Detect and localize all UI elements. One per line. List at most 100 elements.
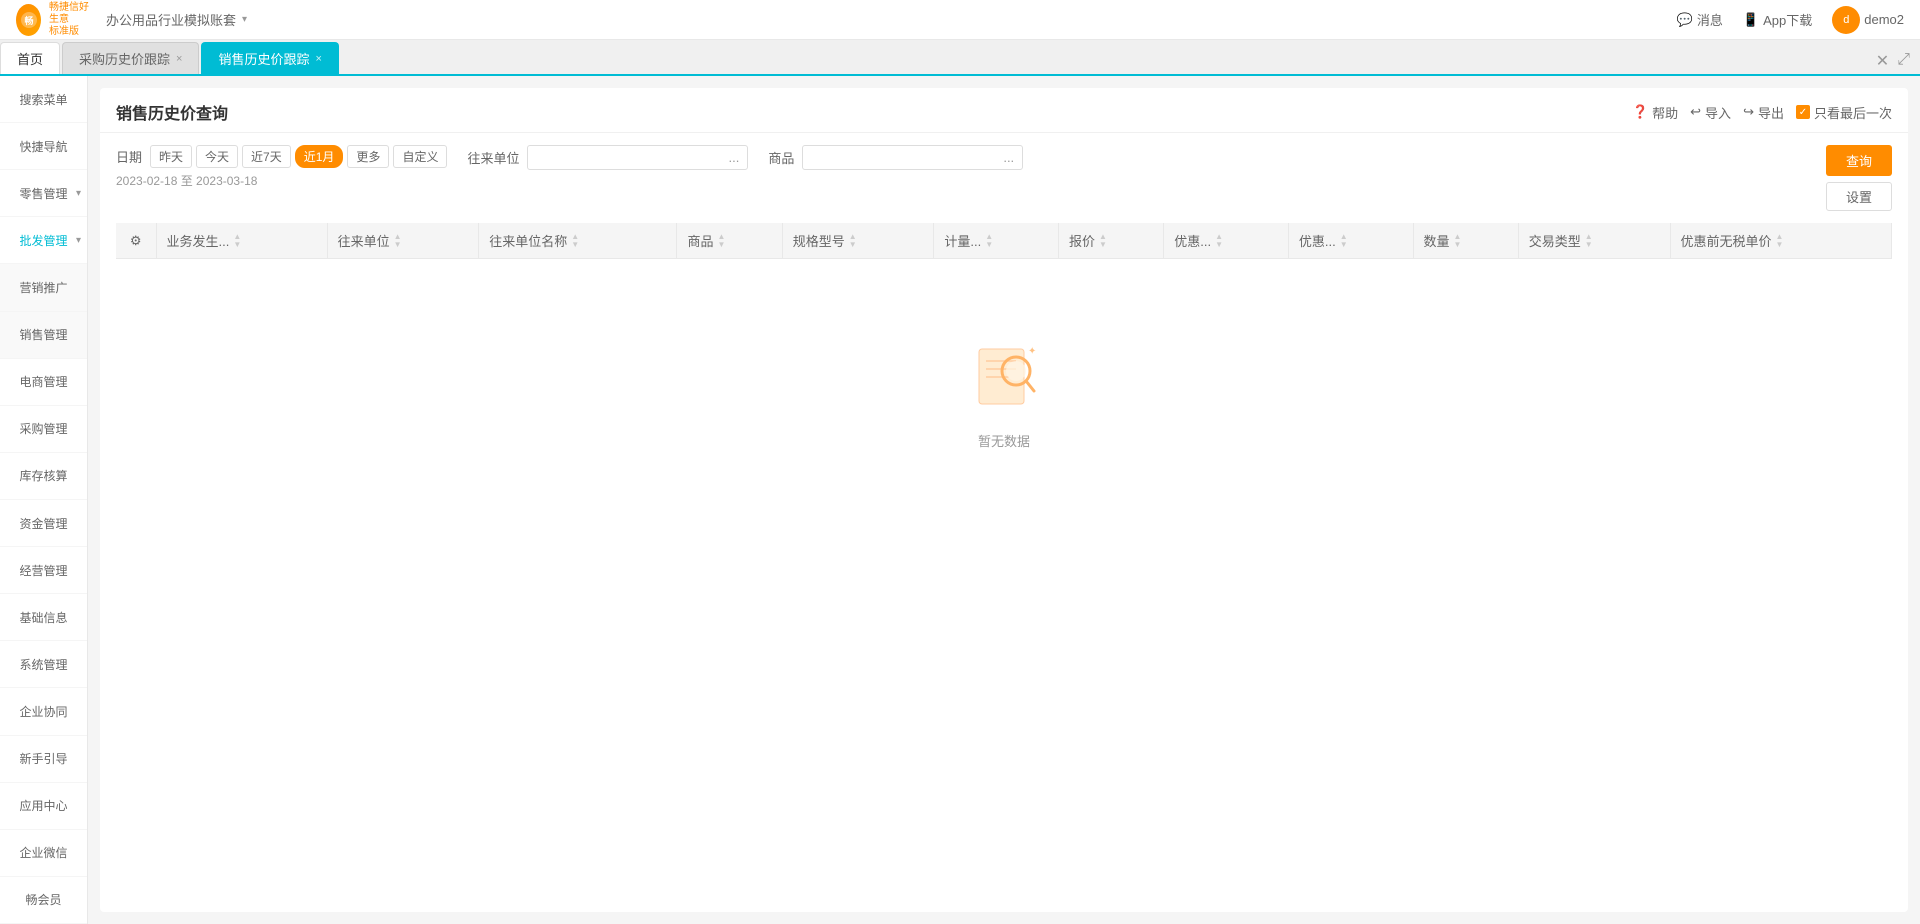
date-btn-7days[interactable]: 近7天 — [242, 145, 291, 168]
partner-input[interactable] — [528, 146, 720, 169]
tab-sales-history[interactable]: 销售历史价跟踪 × — [201, 42, 338, 74]
date-label: 日期 — [116, 147, 142, 166]
table-col-partner-code[interactable]: 往来单位 ▲▼ — [327, 223, 479, 259]
sidebar-item-label: 企业微信 — [19, 844, 67, 861]
sort-arrows-product: ▲▼ — [717, 233, 725, 249]
tab-sales-close-icon[interactable]: × — [315, 53, 321, 65]
app-download-button[interactable]: 📱 App下载 — [1743, 10, 1812, 29]
import-icon: ↩ — [1690, 104, 1701, 120]
sort-arrows-unit: ▲▼ — [985, 233, 993, 249]
logo-text: 畅捷信好生意 标准版 — [49, 2, 96, 38]
table-col-discount1[interactable]: 优惠... ▲▼ — [1164, 223, 1289, 259]
sort-arrows-quantity: ▲▼ — [1454, 233, 1462, 249]
sidebar-item-quick-nav[interactable]: 快捷导航 — [0, 123, 87, 170]
sidebar-item-label: 营销推广 — [19, 279, 67, 296]
export-button[interactable]: ↪ 导出 — [1743, 103, 1784, 122]
table-col-price[interactable]: 报价 ▲▼ — [1059, 223, 1164, 259]
tab-bar: 首页 采购历史价跟踪 × 销售历史价跟踪 × ✕ ⤢ — [0, 40, 1920, 76]
date-range-text: 2023-02-18 至 2023-03-18 — [116, 172, 447, 189]
partner-input-wrapper: ... — [527, 145, 748, 170]
sidebar-item-system[interactable]: 系统管理 — [0, 641, 87, 688]
query-actions: 查询 设置 — [1826, 145, 1892, 211]
only-last-checkbox[interactable]: ✓ 只看最后一次 — [1796, 103, 1892, 122]
sidebar-item-label: 经营管理 — [19, 562, 67, 579]
app-title: 办公用品行业模拟账套 — [106, 10, 236, 29]
sidebar-item-vip[interactable]: 畅会员 — [0, 877, 87, 924]
sidebar-item-marketing[interactable]: 营销推广 — [0, 264, 87, 311]
date-btn-1month[interactable]: 近1月 — [295, 145, 344, 168]
help-button[interactable]: ❓ 帮助 — [1632, 103, 1678, 122]
sidebar-item-corp-wechat[interactable]: 企业微信 — [0, 830, 87, 877]
message-button[interactable]: 💬 消息 — [1677, 10, 1723, 29]
table-col-product[interactable]: 商品 ▲▼ — [677, 223, 782, 259]
logo-icon: 畅 — [16, 4, 41, 36]
table-col-discount2[interactable]: 优惠... ▲▼ — [1288, 223, 1413, 259]
sidebar-item-label: 基础信息 — [19, 609, 67, 626]
product-filter-group: 商品 ... — [768, 145, 1023, 170]
settings-button[interactable]: 设置 — [1826, 182, 1892, 211]
tab-home[interactable]: 首页 — [0, 42, 60, 74]
sidebar-item-label: 库存核算 — [19, 467, 67, 484]
sidebar-item-finance[interactable]: 资金管理 — [0, 500, 87, 547]
header-center: 办公用品行业模拟账套 ▾ — [96, 10, 1677, 29]
query-button[interactable]: 查询 — [1826, 145, 1892, 176]
table-col-trade-type[interactable]: 交易类型 ▲▼ — [1518, 223, 1670, 259]
sidebar-item-app-center[interactable]: 应用中心 — [0, 783, 87, 830]
tab-close-all-icon[interactable]: ✕ — [1876, 51, 1889, 71]
sort-arrows-spec: ▲▼ — [849, 233, 857, 249]
sidebar-item-label: 快捷导航 — [19, 138, 67, 155]
date-btn-custom[interactable]: 自定义 — [393, 145, 447, 168]
table-col-unit[interactable]: 计量... ▲▼ — [934, 223, 1059, 259]
date-btn-today[interactable]: 今天 — [196, 145, 238, 168]
user-menu-button[interactable]: d demo2 — [1832, 6, 1904, 34]
table-col-pre-tax-price[interactable]: 优惠前无税单价 ▲▼ — [1670, 223, 1892, 259]
partner-filter-group: 往来单位 ... — [467, 145, 748, 170]
page-title: 销售历史价查询 — [116, 100, 228, 124]
sort-arrows-price: ▲▼ — [1099, 233, 1107, 249]
table-col-spec[interactable]: 规格型号 ▲▼ — [782, 223, 934, 259]
date-btn-yesterday[interactable]: 昨天 — [150, 145, 192, 168]
table-col-gear[interactable]: ⚙ — [116, 223, 156, 259]
svg-text:✦: ✦ — [1028, 346, 1036, 357]
product-label: 商品 — [768, 148, 794, 167]
table-col-quantity[interactable]: 数量 ▲▼ — [1413, 223, 1518, 259]
avatar: d — [1832, 6, 1860, 34]
partner-label: 往来单位 — [467, 148, 519, 167]
partner-input-dots[interactable]: ... — [720, 150, 747, 165]
sidebar-item-guide[interactable]: 新手引导 — [0, 736, 87, 783]
import-button[interactable]: ↩ 导入 — [1690, 103, 1731, 122]
table-wrapper: ⚙ 业务发生... ▲▼ 往来单位 ▲▼ — [100, 223, 1908, 530]
date-btn-more[interactable]: 更多 — [347, 145, 389, 168]
sidebar-item-retail-mgmt[interactable]: 零售管理 — [0, 170, 87, 217]
sidebar-item-basic-info[interactable]: 基础信息 — [0, 594, 87, 641]
empty-illustration: ✦ — [954, 319, 1054, 419]
help-icon: ❓ — [1632, 104, 1648, 120]
page-container: 销售历史价查询 ❓ 帮助 ↩ 导入 ↪ 导出 ✓ — [100, 88, 1908, 912]
tab-purchase-history[interactable]: 采购历史价跟踪 × — [62, 42, 199, 74]
sidebar-item-enterprise[interactable]: 企业协同 — [0, 688, 87, 735]
sidebar-item-sales-mgmt[interactable]: 销售管理 — [0, 312, 87, 359]
tab-purchase-close-icon[interactable]: × — [176, 53, 182, 65]
table-col-business-date[interactable]: 业务发生... ▲▼ — [156, 223, 327, 259]
sidebar-item-ecommerce[interactable]: 电商管理 — [0, 359, 87, 406]
sidebar-item-label: 新手引导 — [19, 750, 67, 767]
header-right: 💬 消息 📱 App下载 d demo2 — [1677, 6, 1904, 34]
top-header: 畅 畅捷信好生意 标准版 办公用品行业模拟账套 ▾ 💬 消息 📱 App下载 d… — [0, 0, 1920, 40]
chevron-down-icon[interactable]: ▾ — [242, 14, 247, 25]
tab-expand-icon[interactable]: ⤢ — [1897, 51, 1910, 71]
sidebar-item-purchase-mgmt[interactable]: 采购管理 — [0, 406, 87, 453]
logo-area: 畅 畅捷信好生意 标准版 — [16, 2, 96, 38]
sidebar-item-label: 企业协同 — [19, 703, 67, 720]
sort-arrows-business-date: ▲▼ — [233, 233, 241, 249]
sidebar-item-wholesale-mgmt[interactable]: 批发管理 — [0, 217, 87, 264]
sidebar-item-label: 应用中心 — [19, 797, 67, 814]
product-input[interactable] — [803, 146, 995, 169]
product-input-dots[interactable]: ... — [995, 150, 1022, 165]
table-col-partner-name[interactable]: 往来单位名称 ▲▼ — [479, 223, 677, 259]
sidebar-item-search-menu[interactable]: 搜索菜单 — [0, 76, 87, 123]
sidebar-item-label: 电商管理 — [19, 373, 67, 390]
sidebar-item-operation[interactable]: 经营管理 — [0, 547, 87, 594]
download-icon: 📱 — [1743, 12, 1759, 28]
sidebar-item-inventory[interactable]: 库存核算 — [0, 453, 87, 500]
sidebar-item-label: 畅会员 — [25, 891, 61, 908]
